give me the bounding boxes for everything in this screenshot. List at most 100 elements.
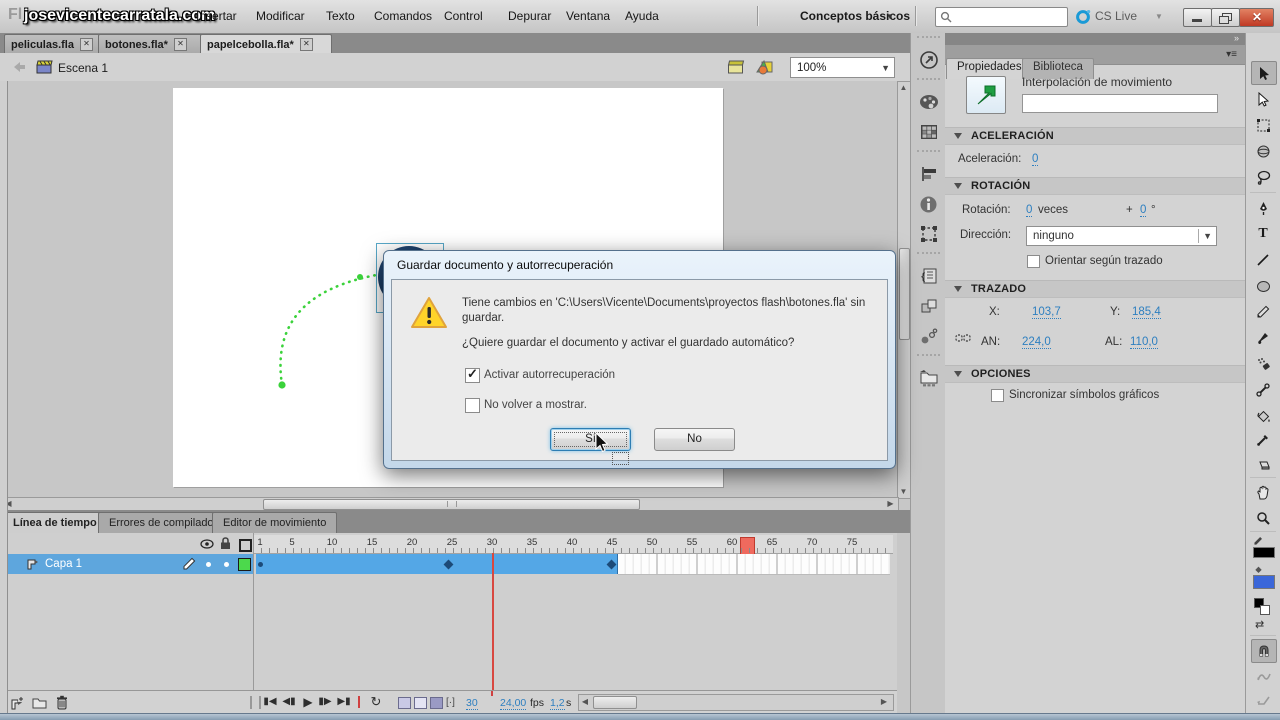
lasso-tool[interactable]	[1251, 166, 1275, 188]
orientar-checkbox[interactable]	[1027, 255, 1040, 268]
code-snippets-panel-icon[interactable]: {	[911, 261, 946, 291]
degrees-value[interactable]: 0	[1140, 204, 1147, 217]
timeline-hscrollbar[interactable]: ◀ ▶	[578, 694, 894, 711]
zoom-level-select[interactable]: 100% ▼	[790, 57, 895, 78]
new-layer-icon[interactable]	[10, 696, 24, 710]
scroll-down-icon[interactable]: ▼	[898, 486, 909, 498]
info-panel-icon[interactable]	[911, 189, 946, 219]
panel-splitter-grip[interactable]	[250, 696, 261, 709]
bone-tool[interactable]	[1251, 379, 1275, 401]
layer-visible-dot[interactable]	[206, 562, 211, 567]
menu-comandos[interactable]: Comandos	[374, 9, 432, 23]
rotacion-value[interactable]: 0	[1026, 204, 1033, 217]
snap-magnet-toggle[interactable]	[1251, 639, 1277, 663]
spray-brush-tool[interactable]	[1251, 353, 1275, 375]
stroke-color-swatch[interactable]	[1253, 547, 1275, 558]
eyedropper-tool[interactable]	[1251, 429, 1275, 451]
transform-panel-icon[interactable]	[911, 219, 946, 249]
motion-presets-panel-icon[interactable]	[911, 321, 946, 351]
panel-menu-icon[interactable]: ▾≡	[1226, 49, 1237, 60]
an-value[interactable]: 224,0	[1022, 336, 1051, 349]
stroke-color-control[interactable]	[1253, 536, 1275, 558]
swap-colors-icon[interactable]: ⇄	[1255, 618, 1264, 631]
library-folder-icon[interactable]	[911, 363, 946, 393]
layer-row-capa1[interactable]: Capa 1	[0, 554, 253, 574]
menu-texto[interactable]: Texto	[326, 9, 355, 23]
scroll-up-icon[interactable]: ▲	[898, 82, 909, 94]
section-opciones[interactable]: OPCIONES	[945, 365, 1245, 383]
menu-ayuda[interactable]: Ayuda	[625, 9, 659, 23]
empty-frames[interactable]	[618, 554, 890, 575]
section-aceleracion[interactable]: ACELERACIÓN	[945, 127, 1245, 145]
elapsed-time-value[interactable]: 1,2	[550, 697, 565, 710]
text-tool[interactable]: T	[1251, 223, 1275, 245]
x-value[interactable]: 103,7	[1032, 306, 1061, 319]
tab-close-icon[interactable]: ✕	[79, 38, 93, 51]
edit-scene-icon[interactable]	[727, 59, 745, 75]
yes-button[interactable]: Sí	[550, 428, 631, 451]
color-panel-icon[interactable]	[911, 87, 946, 117]
motion-tween-span[interactable]	[256, 554, 618, 574]
align-panel-icon[interactable]	[911, 159, 946, 189]
back-arrow-icon[interactable]	[12, 61, 26, 73]
dont-show-checkbox-label[interactable]: No volver a mostrar.	[484, 399, 587, 411]
autorecovery-checkbox[interactable]	[465, 366, 480, 383]
scroll-right-icon[interactable]: ▶	[879, 696, 889, 708]
extensions-icon[interactable]	[911, 45, 946, 75]
frame-rate-value[interactable]: 24,00	[500, 697, 527, 710]
frame-ruler[interactable]: 1 5 10 15 20 25 30 35 40 45 50 55 60 65 …	[253, 535, 893, 557]
go-to-last-frame-button[interactable]: ▶▮	[336, 694, 352, 710]
scroll-right-icon[interactable]: ▶	[885, 498, 896, 509]
zoom-tool[interactable]	[1251, 507, 1275, 529]
step-back-button[interactable]: ◀▮	[281, 694, 297, 710]
line-tool[interactable]	[1251, 249, 1275, 271]
show-hide-layers-icon[interactable]	[200, 539, 214, 549]
swatches-panel-icon[interactable]	[911, 117, 946, 147]
orientar-label[interactable]: Orientar según trazado	[1045, 255, 1163, 267]
cs-live-label[interactable]: CS Live	[1095, 9, 1137, 23]
straighten-option[interactable]	[1251, 689, 1275, 711]
tab-close-icon[interactable]: ✕	[299, 38, 313, 51]
doc-tab-botones[interactable]: botones.fla* ✕	[98, 34, 212, 54]
workspace-caret-icon[interactable]: ▼	[886, 12, 894, 21]
no-button[interactable]: No	[654, 428, 735, 451]
section-rotacion[interactable]: ROTACIÓN	[945, 177, 1245, 195]
layer-unlocked-dot[interactable]	[224, 562, 229, 567]
modify-markers-icon[interactable]: [·]	[446, 697, 455, 708]
free-transform-tool[interactable]	[1251, 114, 1275, 136]
onion-skin-outlines-icon[interactable]	[414, 697, 427, 709]
timeline-hscroll-thumb[interactable]	[593, 696, 637, 709]
brush-tool[interactable]	[1251, 327, 1275, 349]
new-folder-icon[interactable]	[32, 697, 47, 709]
instance-name-input[interactable]	[1022, 94, 1218, 113]
stage-vscroll-thumb[interactable]	[899, 248, 910, 340]
close-button[interactable]: ✕	[1239, 8, 1274, 27]
sincronizar-checkbox[interactable]	[991, 389, 1004, 402]
layer-name[interactable]: Capa 1	[45, 558, 82, 570]
menu-insertar[interactable]: Insertar	[196, 9, 237, 23]
search-input[interactable]	[935, 7, 1068, 27]
link-dimensions-icon[interactable]	[955, 331, 971, 345]
subselection-tool[interactable]	[1251, 88, 1275, 110]
property-keyframe-frame25[interactable]	[443, 559, 454, 570]
section-trazado[interactable]: TRAZADO	[945, 280, 1245, 298]
onion-skin-icon[interactable]	[398, 697, 411, 709]
hand-tool[interactable]	[1251, 481, 1275, 503]
al-value[interactable]: 110,0	[1130, 336, 1158, 349]
collapse-panels-icon[interactable]: »	[1234, 33, 1239, 43]
restore-button[interactable]	[1211, 8, 1240, 27]
doc-tab-peliculas[interactable]: peliculas.fla ✕	[4, 34, 110, 54]
pencil-tool[interactable]	[1251, 301, 1275, 323]
edit-symbols-icon[interactable]	[755, 58, 775, 76]
keyframe-dot-frame1[interactable]	[258, 562, 263, 567]
smooth-option[interactable]	[1251, 665, 1275, 687]
oval-tool[interactable]	[1251, 275, 1275, 297]
lock-layers-icon[interactable]	[220, 537, 231, 550]
fill-color-swatch[interactable]	[1253, 575, 1275, 589]
components-panel-icon[interactable]	[911, 291, 946, 321]
minimize-button[interactable]	[1183, 8, 1212, 27]
step-forward-button[interactable]: ▮▶	[317, 694, 333, 710]
stage-hscroll-thumb[interactable]	[263, 499, 640, 510]
scroll-left-icon[interactable]: ◀	[580, 696, 590, 708]
layers-frames-divider[interactable]	[253, 533, 254, 690]
